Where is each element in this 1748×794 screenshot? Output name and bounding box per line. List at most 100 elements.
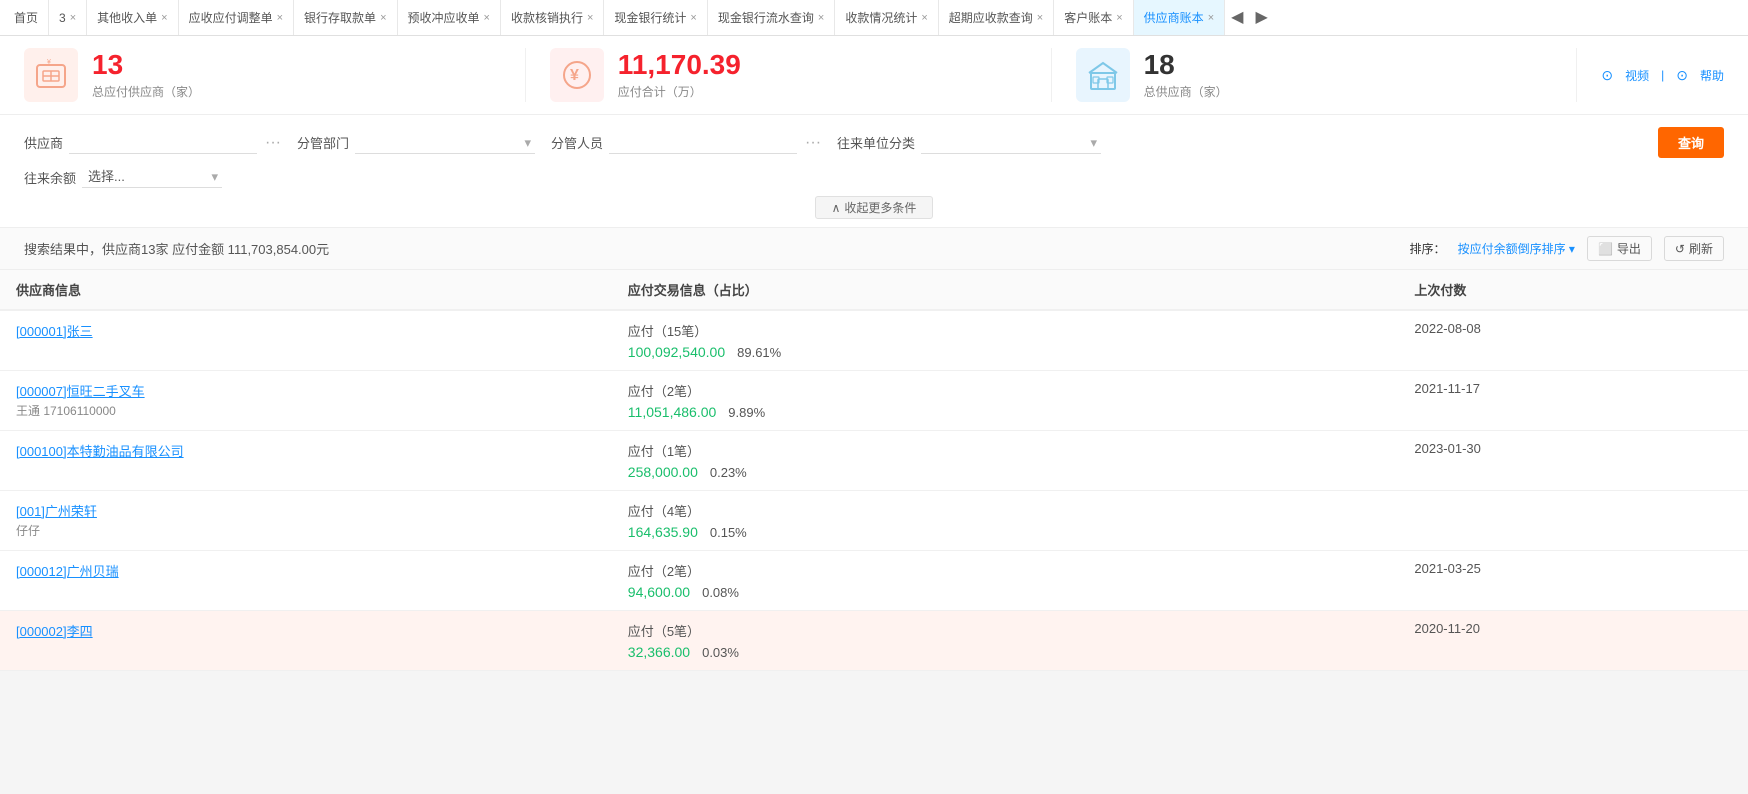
supplier-filter-input[interactable] (69, 132, 257, 154)
filter-supplier: 供应商 ··· (24, 132, 281, 154)
nav-tab-customer-account[interactable]: 客户账本 × (1054, 0, 1133, 36)
nav-tab-ar-adjust[interactable]: 应收应付调整单 × (179, 0, 294, 36)
nav-tab-bank-deposit-close[interactable]: × (380, 12, 386, 24)
balance-filter-select[interactable]: 选择... (82, 166, 222, 188)
nav-tab-bank-deposit[interactable]: 银行存取款单 × (294, 0, 397, 36)
payable-amount-row-000007[interactable]: 11,051,486.00 (628, 404, 717, 420)
payable-amount-row-000012[interactable]: 94,600.00 (628, 584, 690, 600)
export-icon: ⬜ (1598, 242, 1613, 256)
payable-count-row-000007: （2笔） (654, 384, 700, 399)
payable-amount-line-row-000012: 94,600.00 0.08% (628, 584, 1383, 600)
payable-pct-row-000012: 0.08% (702, 585, 739, 600)
payable-count-row-000012: （2笔） (654, 564, 700, 579)
supplier-cell-row-000007: [000007]恒旺二手叉车王通 17106110000 (0, 371, 612, 431)
nav-tab-prepay-offset-close[interactable]: × (484, 12, 490, 24)
sort-select[interactable]: 按应付余额倒序排序 ▾ (1458, 240, 1575, 257)
nav-tab-supplier-account-close[interactable]: × (1208, 12, 1214, 24)
nav-tab-cash-bank-stat-close[interactable]: × (690, 12, 696, 24)
nav-tab-receipt-stat[interactable]: 收款情况统计 × (835, 0, 938, 36)
refresh-button[interactable]: ↺ 刷新 (1664, 236, 1724, 261)
collapse-button[interactable]: ∧ 收起更多条件 (815, 196, 934, 219)
payable-count-row-000100: （1笔） (654, 444, 700, 459)
table-row: [000007]恒旺二手叉车王通 17106110000 应付（2笔） 11,051… (0, 371, 1748, 431)
table-header: 供应商信息 应付交易信息（占比） 上次付数 (0, 270, 1748, 310)
category-filter-select[interactable] (921, 132, 1101, 154)
nav-arrow-left[interactable]: ◀ (1225, 0, 1249, 36)
video-link[interactable]: 视频 (1625, 67, 1649, 84)
nav-tab-other-income-close[interactable]: × (161, 12, 167, 24)
nav-tab-3-close[interactable]: × (70, 12, 76, 24)
svg-text:¥: ¥ (47, 59, 51, 66)
nav-tab-overdue-query-close[interactable]: × (1037, 12, 1043, 24)
summary-bar: ¥ 13 总应付供应商（家） ¥ 11,170.39 应付合计（万） (0, 36, 1748, 115)
nav-tab-supplier-account[interactable]: 供应商账本 × (1134, 0, 1225, 36)
nav-tab-3[interactable]: 3 × (49, 0, 87, 36)
nav-tab-prepay-offset[interactable]: 预收冲应收单 × (398, 0, 501, 36)
supplier-cell-row-000002: [000002]李四 (0, 611, 612, 671)
supplier-link-row-001[interactable]: [001]广州荣轩 (16, 504, 97, 519)
supplier-table: 供应商信息 应付交易信息（占比） 上次付数 [000001]张三 应付（15笔） 1… (0, 270, 1748, 671)
nav-tab-receipt-exec-close[interactable]: × (587, 12, 593, 24)
payable-amount-label: 应付合计（万） (618, 83, 741, 100)
payable-amount-row-000002[interactable]: 32,366.00 (628, 644, 690, 660)
nav-tab-home[interactable]: 首页 (4, 0, 49, 36)
supplier-cell-row-000001: [000001]张三 (0, 310, 612, 371)
payable-label-row-000007: 应付 (628, 384, 654, 399)
filter-balance: 往来余额 选择... (24, 166, 224, 188)
summary-info-total-suppliers: 18 总供应商（家） (1144, 50, 1228, 100)
supplier-link-row-000100[interactable]: [000100]本特勤油品有限公司 (16, 444, 184, 459)
nav-arrow-right[interactable]: ▶ (1249, 0, 1273, 36)
help-link[interactable]: 帮助 (1700, 67, 1724, 84)
nav-tab-ar-adjust-close[interactable]: × (277, 12, 283, 24)
category-filter-label: 往来单位分类 (837, 133, 915, 152)
query-button[interactable]: 查询 (1658, 127, 1724, 158)
dept-filter-select[interactable] (355, 132, 535, 154)
export-button[interactable]: ⬜ 导出 (1587, 236, 1652, 261)
payable-amount-row-000001[interactable]: 100,092,540.00 (628, 344, 725, 360)
payable-pct-row-000007: 9.89% (728, 405, 765, 420)
nav-tab-receipt-stat-close[interactable]: × (921, 12, 927, 24)
sort-label: 排序： (1410, 240, 1446, 257)
nav-tab-cash-bank-stat[interactable]: 现金银行统计 × (604, 0, 707, 36)
supplier-sub-row-001: 仔仔 (16, 522, 596, 539)
table-row: [001]广州荣轩仔仔应付（4笔）164,635.900.15% (0, 491, 1748, 551)
supplier-link-row-000012[interactable]: [000012]广州贝瑞 (16, 564, 119, 579)
nav-tab-other-income[interactable]: 其他收入单 × (87, 0, 178, 36)
nav-tab-receipt-exec[interactable]: 收款核销执行 × (501, 0, 604, 36)
filter-category: 往来单位分类 (837, 132, 1101, 154)
payable-amount-row-001[interactable]: 164,635.90 (628, 524, 698, 540)
nav-tab-ar-adjust-label: 应收应付调整单 (189, 9, 273, 26)
person-filter-dots[interactable]: ··· (805, 134, 821, 152)
filter-person: 分管人员 ··· (551, 132, 821, 154)
nav-tab-customer-account-close[interactable]: × (1116, 12, 1122, 24)
export-label: 导出 (1617, 240, 1641, 257)
nav-tab-bank-deposit-label: 银行存取款单 (304, 9, 376, 26)
payable-count-row-001: （4笔） (654, 504, 700, 519)
result-bar-actions: 排序： 按应付余额倒序排序 ▾ ⬜ 导出 ↺ 刷新 (1410, 236, 1724, 261)
payable-pct-row-000001: 89.61% (737, 345, 781, 360)
nav-tab-cash-bank-flow-label: 现金银行流水查询 (718, 9, 814, 26)
dept-filter-label: 分管部门 (297, 133, 349, 152)
payable-cell-row-000012: 应付（2笔）94,600.000.08% (612, 551, 1399, 611)
nav-tab-supplier-account-label: 供应商账本 (1144, 9, 1204, 26)
summary-info-payable-suppliers: 13 总应付供应商（家） (92, 50, 200, 100)
supplier-link-row-000007[interactable]: [000007]恒旺二手叉车 (16, 384, 145, 399)
nav-tab-receipt-stat-label: 收款情况统计 (845, 9, 917, 26)
payable-label-row-000001: 应付 (628, 324, 654, 339)
sort-value: 按应付余额倒序排序 (1458, 242, 1566, 256)
payable-label-line-row-001: 应付（4笔） (628, 501, 1383, 520)
person-filter-input[interactable] (609, 132, 797, 154)
balance-select-wrap: 选择... (82, 166, 222, 188)
payable-label-line-row-000001: 应付（15笔） (628, 321, 1383, 340)
balance-filter-label: 往来余额 (24, 168, 76, 187)
nav-tab-cash-bank-flow-close[interactable]: × (818, 12, 824, 24)
supplier-link-row-000001[interactable]: [000001]张三 (16, 324, 93, 339)
nav-tab-cash-bank-flow[interactable]: 现金银行流水查询 × (708, 0, 835, 36)
supplier-link-row-000002[interactable]: [000002]李四 (16, 624, 93, 639)
supplier-filter-dots[interactable]: ··· (265, 134, 281, 152)
nav-tab-cash-bank-stat-label: 现金银行统计 (614, 9, 686, 26)
nav-tab-overdue-query[interactable]: 超期应收款查询 × (939, 0, 1054, 36)
payable-amount-row-000100[interactable]: 258,000.00 (628, 464, 698, 480)
person-filter-label: 分管人员 (551, 133, 603, 152)
nav-tab-prepay-offset-label: 预收冲应收单 (408, 9, 480, 26)
